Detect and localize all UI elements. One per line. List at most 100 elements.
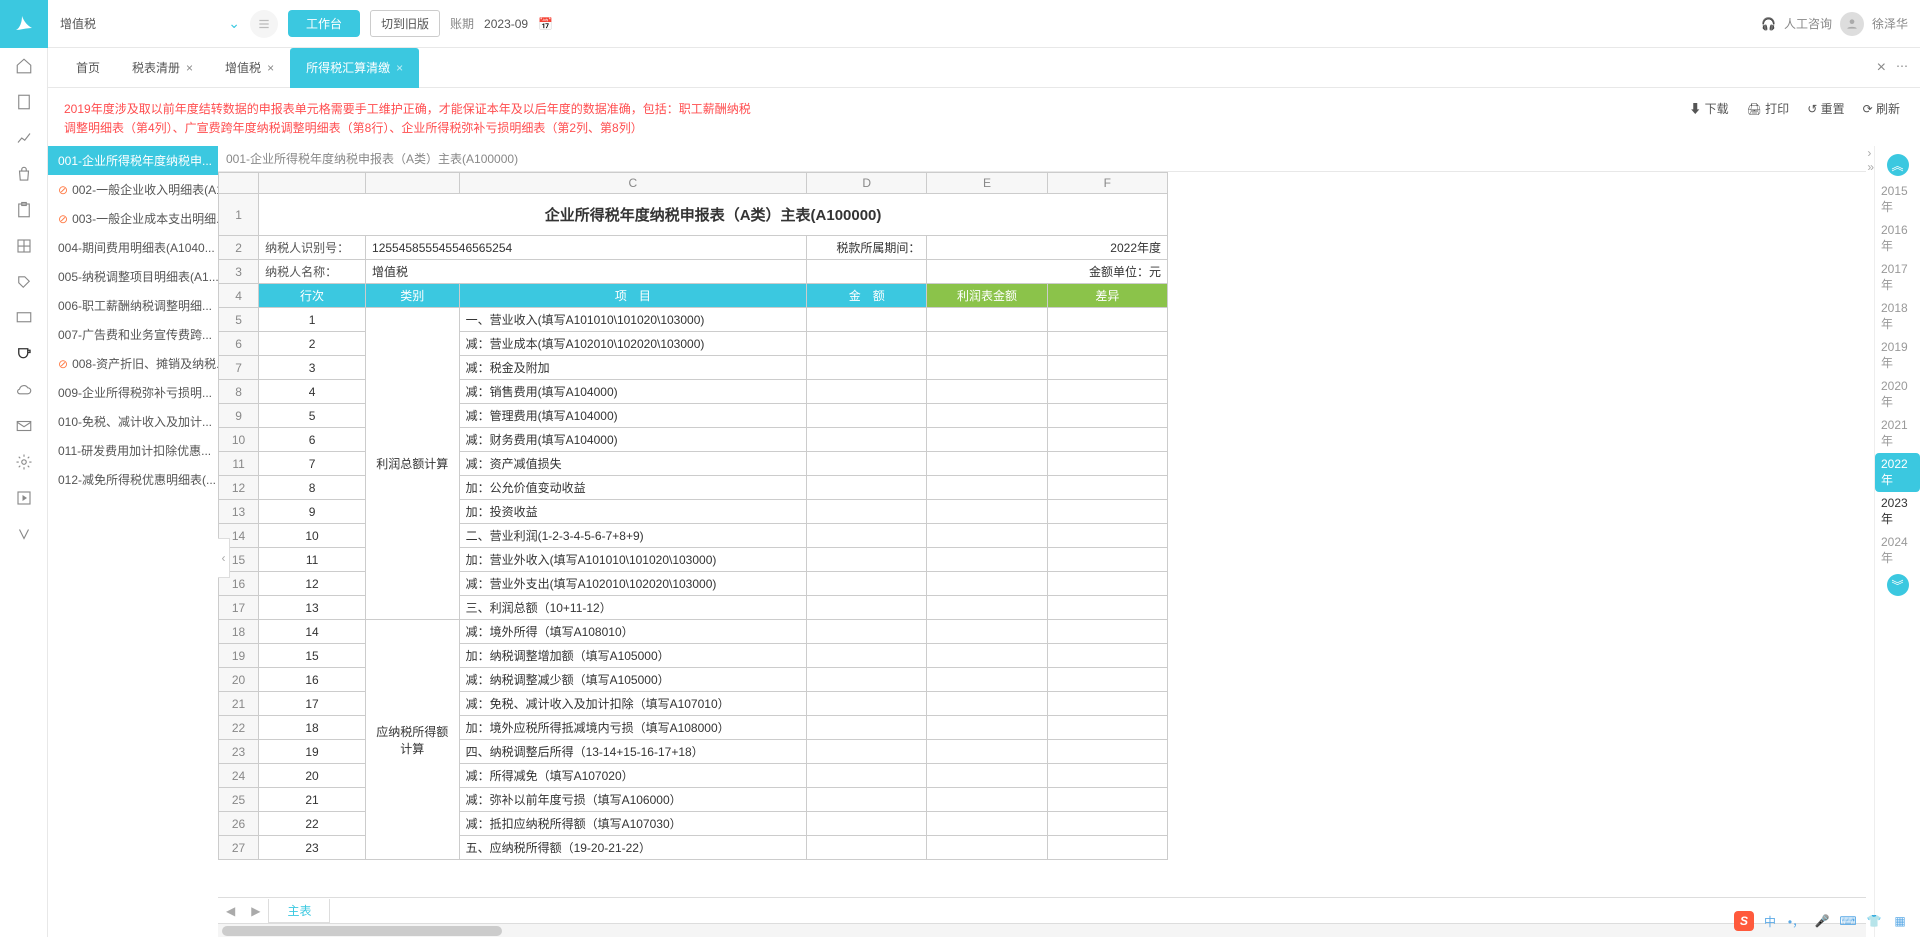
sheet-prev-icon[interactable]: ◀	[218, 904, 243, 918]
cell-pl[interactable]	[927, 644, 1047, 668]
year-chip[interactable]: 2019年	[1875, 336, 1920, 375]
cell-diff[interactable]	[1047, 788, 1167, 812]
cell-diff[interactable]	[1047, 428, 1167, 452]
more-icon[interactable]: ⋯	[1896, 59, 1908, 77]
tree-item[interactable]: 012-减免所得税优惠明细表(...	[48, 465, 218, 494]
cell-pl[interactable]	[927, 836, 1047, 860]
tree-item[interactable]: 004-期间费用明细表(A1040...	[48, 233, 218, 262]
tree-item[interactable]: 007-广告费和业务宣传费跨...	[48, 320, 218, 349]
nav-tag-icon[interactable]	[0, 264, 48, 300]
nav-play-icon[interactable]	[0, 480, 48, 516]
cell-diff[interactable]	[1047, 596, 1167, 620]
cell-diff[interactable]	[1047, 332, 1167, 356]
cell-pl[interactable]	[927, 692, 1047, 716]
tab-taxlist[interactable]: 税表清册×	[116, 48, 209, 88]
collapse-tree-handle[interactable]: ‹	[218, 538, 230, 578]
cell-pl[interactable]	[927, 404, 1047, 428]
tab-income-tax[interactable]: 所得税汇算清缴×	[290, 48, 419, 88]
cell-diff[interactable]	[1047, 380, 1167, 404]
nav-screen-icon[interactable]	[0, 300, 48, 336]
sheet-tab-main[interactable]: 主表	[268, 899, 330, 923]
tree-item[interactable]: ⊘003-一般企业成本支出明细...	[48, 204, 218, 233]
cell-amount[interactable]	[807, 548, 927, 572]
tree-item[interactable]: ⊘008-资产折旧、摊销及纳税...	[48, 349, 218, 378]
cell-pl[interactable]	[927, 308, 1047, 332]
nav-clip-icon[interactable]	[0, 192, 48, 228]
cell-diff[interactable]	[1047, 476, 1167, 500]
horizontal-scrollbar[interactable]	[218, 923, 1866, 937]
year-chip[interactable]: 2023年	[1875, 492, 1920, 531]
cell-pl[interactable]	[927, 500, 1047, 524]
nav-grid-icon[interactable]	[0, 228, 48, 264]
year-chip[interactable]: 2022年	[1875, 453, 1920, 492]
year-chip[interactable]: 2018年	[1875, 297, 1920, 336]
tree-item[interactable]: 005-纳税调整项目明细表(A1...	[48, 262, 218, 291]
print-button[interactable]: 🖨 打印	[1747, 100, 1790, 117]
cell-amount[interactable]	[807, 692, 927, 716]
cell-amount[interactable]	[807, 452, 927, 476]
sheet-next-icon[interactable]: ▶	[243, 904, 268, 918]
cell-pl[interactable]	[927, 428, 1047, 452]
ime-keyboard-icon[interactable]: ⌨	[1838, 911, 1858, 931]
year-chip[interactable]: 2015年	[1875, 180, 1920, 219]
cell-pl[interactable]	[927, 740, 1047, 764]
cell-amount[interactable]	[807, 500, 927, 524]
cell-pl[interactable]	[927, 524, 1047, 548]
cell-amount[interactable]	[807, 380, 927, 404]
cell-amount[interactable]	[807, 596, 927, 620]
tree-item[interactable]: ⊘002-一般企业收入明细表(A1...	[48, 175, 218, 204]
calendar-icon[interactable]: 📅	[538, 17, 553, 31]
cell-amount[interactable]	[807, 836, 927, 860]
cell-pl[interactable]	[927, 548, 1047, 572]
support-label[interactable]: 人工咨询	[1784, 15, 1832, 32]
refresh-button[interactable]: ⟳ 刷新	[1863, 100, 1900, 117]
cell-pl[interactable]	[927, 452, 1047, 476]
cell-amount[interactable]	[807, 356, 927, 380]
cell-pl[interactable]	[927, 668, 1047, 692]
cell-amount[interactable]	[807, 308, 927, 332]
app-logo[interactable]	[0, 0, 48, 48]
cell-diff[interactable]	[1047, 356, 1167, 380]
cell-diff[interactable]	[1047, 764, 1167, 788]
cell-amount[interactable]	[807, 404, 927, 428]
year-down-icon[interactable]: ︾	[1887, 574, 1909, 596]
close-icon[interactable]: ×	[267, 61, 274, 75]
cell-diff[interactable]	[1047, 548, 1167, 572]
scroll-right-icon[interactable]: ›	[1867, 146, 1874, 160]
ime-tools-icon[interactable]: ▦	[1890, 911, 1910, 931]
cell-amount[interactable]	[807, 788, 927, 812]
cell-diff[interactable]	[1047, 644, 1167, 668]
cell-diff[interactable]	[1047, 620, 1167, 644]
cell-diff[interactable]	[1047, 716, 1167, 740]
cell-amount[interactable]	[807, 764, 927, 788]
nav-gear-icon[interactable]	[0, 444, 48, 480]
ime-mic-icon[interactable]: 🎤	[1812, 911, 1832, 931]
cell-amount[interactable]	[807, 716, 927, 740]
cell-pl[interactable]	[927, 788, 1047, 812]
year-chip[interactable]: 2021年	[1875, 414, 1920, 453]
nav-mail-icon[interactable]	[0, 408, 48, 444]
cell-pl[interactable]	[927, 764, 1047, 788]
download-button[interactable]: ⬇ 下载	[1689, 100, 1728, 117]
ime-lang[interactable]: 中	[1760, 911, 1780, 931]
cell-amount[interactable]	[807, 572, 927, 596]
nav-home-icon[interactable]	[0, 48, 48, 84]
tree-item[interactable]: 009-企业所得税弥补亏损明...	[48, 378, 218, 407]
tree-item[interactable]: 006-职工薪酬纳税调整明细...	[48, 291, 218, 320]
cell-pl[interactable]	[927, 332, 1047, 356]
cell-diff[interactable]	[1047, 812, 1167, 836]
cell-diff[interactable]	[1047, 404, 1167, 428]
cell-diff[interactable]	[1047, 836, 1167, 860]
scroll-right-more-icon[interactable]: »	[1867, 160, 1874, 174]
reset-button[interactable]: ↺ 重置	[1807, 100, 1844, 117]
tree-item[interactable]: 011-研发费用加计扣除优惠...	[48, 436, 218, 465]
avatar[interactable]	[1840, 12, 1864, 36]
switch-old-button[interactable]: 切到旧版	[370, 10, 440, 37]
cell-amount[interactable]	[807, 644, 927, 668]
tab-vat[interactable]: 增值税×	[209, 48, 290, 88]
ime-brand-icon[interactable]: S	[1734, 911, 1754, 931]
cell-diff[interactable]	[1047, 308, 1167, 332]
cell-diff[interactable]	[1047, 740, 1167, 764]
year-chip[interactable]: 2024年	[1875, 531, 1920, 570]
cell-diff[interactable]	[1047, 668, 1167, 692]
